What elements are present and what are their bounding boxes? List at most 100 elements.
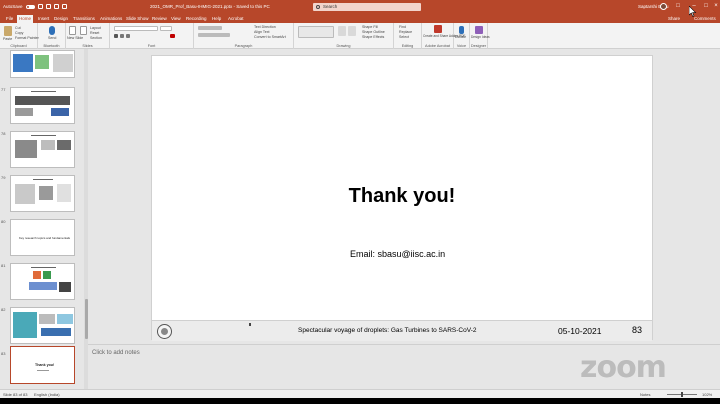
close-icon[interactable]: × [712,3,720,10]
slide-thumbnail[interactable] [10,50,75,78]
shape-outline-button[interactable]: Shape Outline [362,30,385,34]
layout-button[interactable]: Layout [90,26,101,30]
paste-label[interactable]: Paste [3,37,12,41]
tab-recording[interactable]: Recording [184,15,209,23]
slide-thumbnail[interactable]: Key research topics and fundamentals [10,219,75,256]
tab-view[interactable]: View [169,15,183,23]
italic-icon[interactable] [120,34,124,38]
adobe-pdf-icon[interactable] [434,25,442,33]
tab-slide-show[interactable]: Slide Show [124,15,151,23]
present-icon[interactable] [61,4,67,9]
quick-access-toolbar: AutoSave [3,4,67,9]
send-label[interactable]: Send [48,36,56,40]
share-button[interactable]: Share [668,16,680,21]
status-bar: Slide 83 of 83 English (India) Notes 102… [0,389,720,398]
document-title: 2021_OMR_Prof_Basu-IHMIG-2021.pptx - Sav… [150,4,270,9]
paste-icon[interactable] [4,26,12,36]
dictate-label[interactable]: Dictate [455,35,466,39]
tab-design[interactable]: Design [52,15,70,23]
maximize-icon[interactable]: □ [702,3,710,10]
ribbon-group-voice: Dictate Voice [454,23,470,49]
slide-thumbnail[interactable] [10,263,75,300]
replace-button[interactable]: Replace [399,30,412,34]
slide-number-label: 79 [1,175,6,180]
notes-toggle-button[interactable]: Notes [640,392,650,397]
zoom-level[interactable]: 102% [702,392,712,397]
text-direction-button[interactable]: Text Direction [254,25,276,29]
ribbon-group-drawing: Shape Fill Shape Outline Shape Effects D… [294,23,394,49]
ribbon-group-designer: Design Ideas Designer [470,23,490,49]
tab-review[interactable]: Review [150,15,169,23]
alignment-icon[interactable] [198,33,230,37]
cut-button[interactable]: Cut [15,26,21,30]
slide-thumbnail[interactable] [10,87,75,124]
zoom-watermark: zoom [580,350,667,385]
slide-thumbnail[interactable] [10,175,75,212]
avatar[interactable] [660,3,667,10]
thumb-image [15,184,35,204]
reuse-slides-icon[interactable] [80,26,87,35]
bold-icon[interactable] [114,34,118,38]
microphone-icon[interactable] [459,26,464,34]
new-slide-icon[interactable] [69,26,76,35]
tab-animations[interactable]: Animations [98,15,124,23]
ribbon-group-editing: Find Replace Select Editing [394,23,422,49]
thumb-image [57,314,73,324]
slide-title[interactable]: Thank you! [152,185,652,208]
thumb-image [57,140,71,150]
design-ideas-icon[interactable] [475,26,483,34]
slide-thumbnail[interactable] [10,307,75,344]
taskbar-strip [0,398,720,404]
autosave-toggle[interactable] [25,4,35,9]
redo-icon[interactable] [53,4,59,9]
thumbnails-scrollbar[interactable] [84,49,88,389]
tab-acrobat[interactable]: Acrobat [226,15,246,23]
section-button[interactable]: Section [90,36,102,40]
align-text-button[interactable]: Align Text [254,30,270,34]
undo-icon[interactable] [45,4,51,9]
font-name-select[interactable] [114,26,158,31]
ribbon: Paste Cut Copy Format Painter Clipboard … [0,23,720,49]
quick-styles-icon[interactable] [348,26,356,36]
reset-button[interactable]: Reset [90,31,99,35]
shape-effects-button[interactable]: Shape Effects [362,35,384,39]
language-status[interactable]: English (India) [34,392,60,397]
bluetooth-icon[interactable] [49,26,55,35]
ribbon-display-options-icon[interactable]: □ [674,3,682,10]
thumb-image [41,140,55,150]
shape-fill-button[interactable]: Shape Fill [362,25,378,29]
search-input[interactable]: Search [313,3,421,11]
convert-smartart-button[interactable]: Convert to SmartArt [254,35,286,39]
slide-email[interactable]: Email: sbasu@iisc.ac.in [350,249,445,259]
tab-file[interactable]: File [4,15,15,23]
notes-placeholder[interactable]: Click to add notes [92,350,140,356]
slide-thumbnail-selected[interactable]: Thank you! [10,346,75,384]
tab-transitions[interactable]: Transitions [71,15,97,23]
thumb-image [43,271,51,279]
format-painter-button[interactable]: Format Painter [15,36,39,40]
tab-home[interactable]: Home [17,15,34,23]
font-size-select[interactable] [160,26,172,31]
arrange-icon[interactable] [338,26,346,36]
save-icon[interactable] [37,4,43,9]
design-ideas-label[interactable]: Design Ideas [471,35,490,39]
shapes-gallery[interactable] [298,26,334,38]
tab-insert[interactable]: Insert [36,15,51,23]
select-button[interactable]: Select [399,35,409,39]
tab-help[interactable]: Help [210,15,223,23]
slide-number-label: 77 [1,87,6,92]
footer-date: 05-10-2021 [558,326,602,336]
find-button[interactable]: Find [399,25,406,29]
slide-canvas[interactable]: Thank you! Email: sbasu@iisc.ac.in Spect… [151,55,653,341]
slide-thumbnail[interactable] [10,131,75,168]
new-slide-label[interactable]: New Slide [67,36,83,40]
copy-button[interactable]: Copy [15,31,23,35]
thumb-image [15,96,70,105]
scrollbar-thumb[interactable] [84,299,88,339]
bullets-icon[interactable] [198,26,222,30]
comments-button[interactable]: Comments [694,16,716,21]
underline-icon[interactable] [126,34,130,38]
ribbon-group-font: Font [110,23,194,49]
font-color-icon[interactable] [170,34,175,38]
zoom-slider-knob[interactable] [681,392,683,397]
